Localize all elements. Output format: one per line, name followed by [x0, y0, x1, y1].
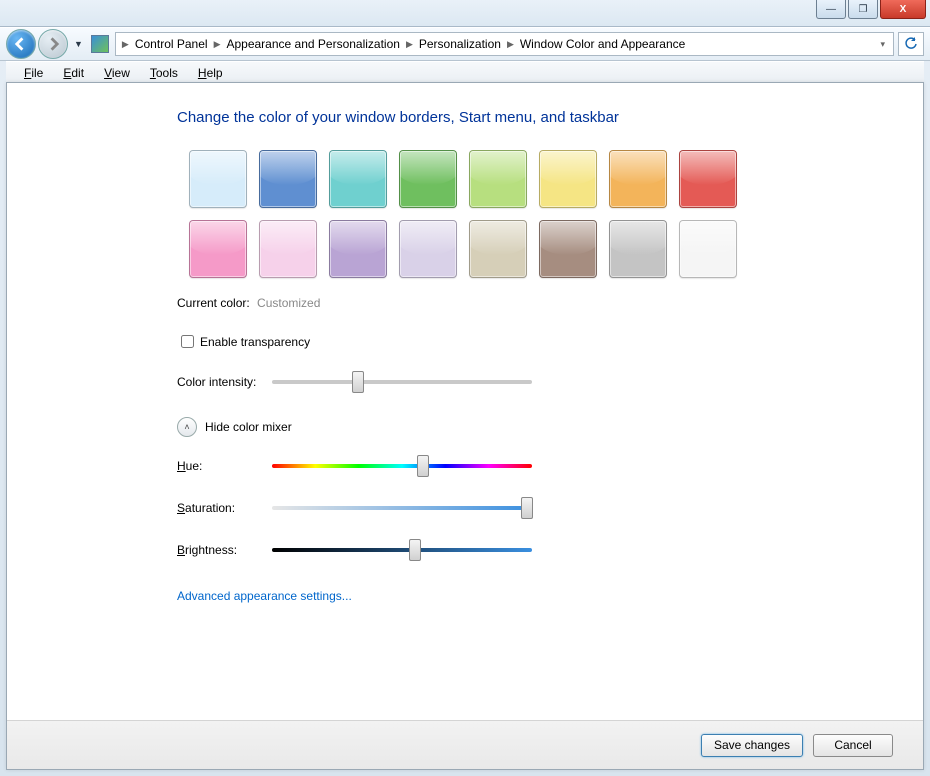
- saturation-slider[interactable]: [272, 506, 532, 510]
- transparency-checkbox[interactable]: [181, 335, 194, 348]
- window: — ❐ X ▼ ▶ Control Panel ▶ Appearance and…: [0, 0, 930, 776]
- color-swatch-sun[interactable]: [539, 150, 597, 208]
- hue-thumb[interactable]: [417, 455, 429, 477]
- color-swatch-pumpkin[interactable]: [609, 150, 667, 208]
- crumb-personalization[interactable]: Personalization: [415, 37, 505, 51]
- titlebar: — ❐ X: [0, 0, 930, 27]
- close-button[interactable]: X: [880, 0, 926, 19]
- cancel-button[interactable]: Cancel: [813, 734, 893, 757]
- color-swatch-leaf[interactable]: [399, 150, 457, 208]
- color-swatch-sea[interactable]: [329, 150, 387, 208]
- forward-button[interactable]: [38, 29, 68, 59]
- color-swatch-frost[interactable]: [679, 220, 737, 278]
- intensity-thumb[interactable]: [352, 371, 364, 393]
- color-mixer-label: Hide color mixer: [205, 420, 292, 434]
- current-color-value: Customized: [257, 296, 320, 310]
- chevron-right-icon: ▶: [212, 39, 223, 50]
- color-swatch-grid: [189, 150, 789, 278]
- chevron-right-icon: ▶: [505, 39, 516, 50]
- menu-view[interactable]: View: [94, 64, 140, 82]
- content-frame: Change the color of your window borders,…: [6, 82, 924, 770]
- chevron-right-icon: ▶: [404, 39, 415, 50]
- brightness-row: Brightness:: [177, 543, 883, 557]
- intensity-label: Color intensity:: [177, 375, 272, 389]
- color-swatch-taupe[interactable]: [469, 220, 527, 278]
- footer: Save changes Cancel: [7, 720, 923, 769]
- transparency-row: Enable transparency: [177, 332, 883, 351]
- hue-row: Hue:: [177, 459, 883, 473]
- color-swatch-chocolate[interactable]: [539, 220, 597, 278]
- crumb-control-panel[interactable]: Control Panel: [131, 37, 212, 51]
- arrow-left-icon: [14, 37, 28, 51]
- navigation-bar: ▼ ▶ Control Panel ▶ Appearance and Perso…: [0, 27, 930, 61]
- crumb-window-color[interactable]: Window Color and Appearance: [516, 37, 689, 51]
- color-swatch-blush[interactable]: [259, 220, 317, 278]
- color-swatch-twilight[interactable]: [259, 150, 317, 208]
- chevron-up-icon: ˄: [177, 417, 197, 437]
- address-bar[interactable]: ▶ Control Panel ▶ Appearance and Persona…: [115, 32, 894, 56]
- page-title: Change the color of your window borders,…: [177, 109, 883, 126]
- intensity-slider[interactable]: [272, 380, 532, 384]
- saturation-label: Saturation:: [177, 501, 272, 515]
- color-swatch-lavender[interactable]: [399, 220, 457, 278]
- history-dropdown[interactable]: ▼: [70, 39, 87, 49]
- advanced-appearance-link[interactable]: Advanced appearance settings...: [177, 589, 352, 603]
- refresh-button[interactable]: [898, 32, 924, 56]
- hue-label: Hue:: [177, 459, 272, 473]
- hue-slider[interactable]: [272, 464, 532, 468]
- refresh-icon: [904, 37, 918, 51]
- color-swatch-fuchsia[interactable]: [189, 220, 247, 278]
- brightness-slider[interactable]: [272, 548, 532, 552]
- menu-edit[interactable]: Edit: [53, 64, 94, 82]
- brightness-label: Brightness:: [177, 543, 272, 557]
- transparency-label[interactable]: Enable transparency: [200, 335, 310, 349]
- color-swatch-slate[interactable]: [609, 220, 667, 278]
- save-changes-button[interactable]: Save changes: [701, 734, 803, 757]
- arrow-right-icon: [46, 37, 60, 51]
- color-swatch-sky[interactable]: [189, 150, 247, 208]
- minimize-button[interactable]: —: [816, 0, 846, 19]
- menu-file[interactable]: File: [14, 64, 53, 82]
- current-color-row: Current color: Customized: [177, 296, 883, 310]
- content: Change the color of your window borders,…: [7, 83, 923, 603]
- menu-help[interactable]: Help: [188, 64, 233, 82]
- saturation-row: Saturation:: [177, 501, 883, 515]
- color-mixer-toggle[interactable]: ˄ Hide color mixer: [177, 417, 883, 437]
- control-panel-icon: [91, 35, 109, 53]
- crumb-appearance[interactable]: Appearance and Personalization: [222, 37, 403, 51]
- address-dropdown[interactable]: ▾: [876, 39, 889, 50]
- brightness-thumb[interactable]: [409, 539, 421, 561]
- color-swatch-violet[interactable]: [329, 220, 387, 278]
- current-color-label: Current color:: [177, 296, 250, 310]
- back-button[interactable]: [6, 29, 36, 59]
- menu-tools[interactable]: Tools: [140, 64, 188, 82]
- saturation-thumb[interactable]: [521, 497, 533, 519]
- maximize-button[interactable]: ❐: [848, 0, 878, 19]
- color-swatch-lime[interactable]: [469, 150, 527, 208]
- color-swatch-ruby[interactable]: [679, 150, 737, 208]
- chevron-right-icon: ▶: [120, 39, 131, 50]
- intensity-row: Color intensity:: [177, 375, 883, 389]
